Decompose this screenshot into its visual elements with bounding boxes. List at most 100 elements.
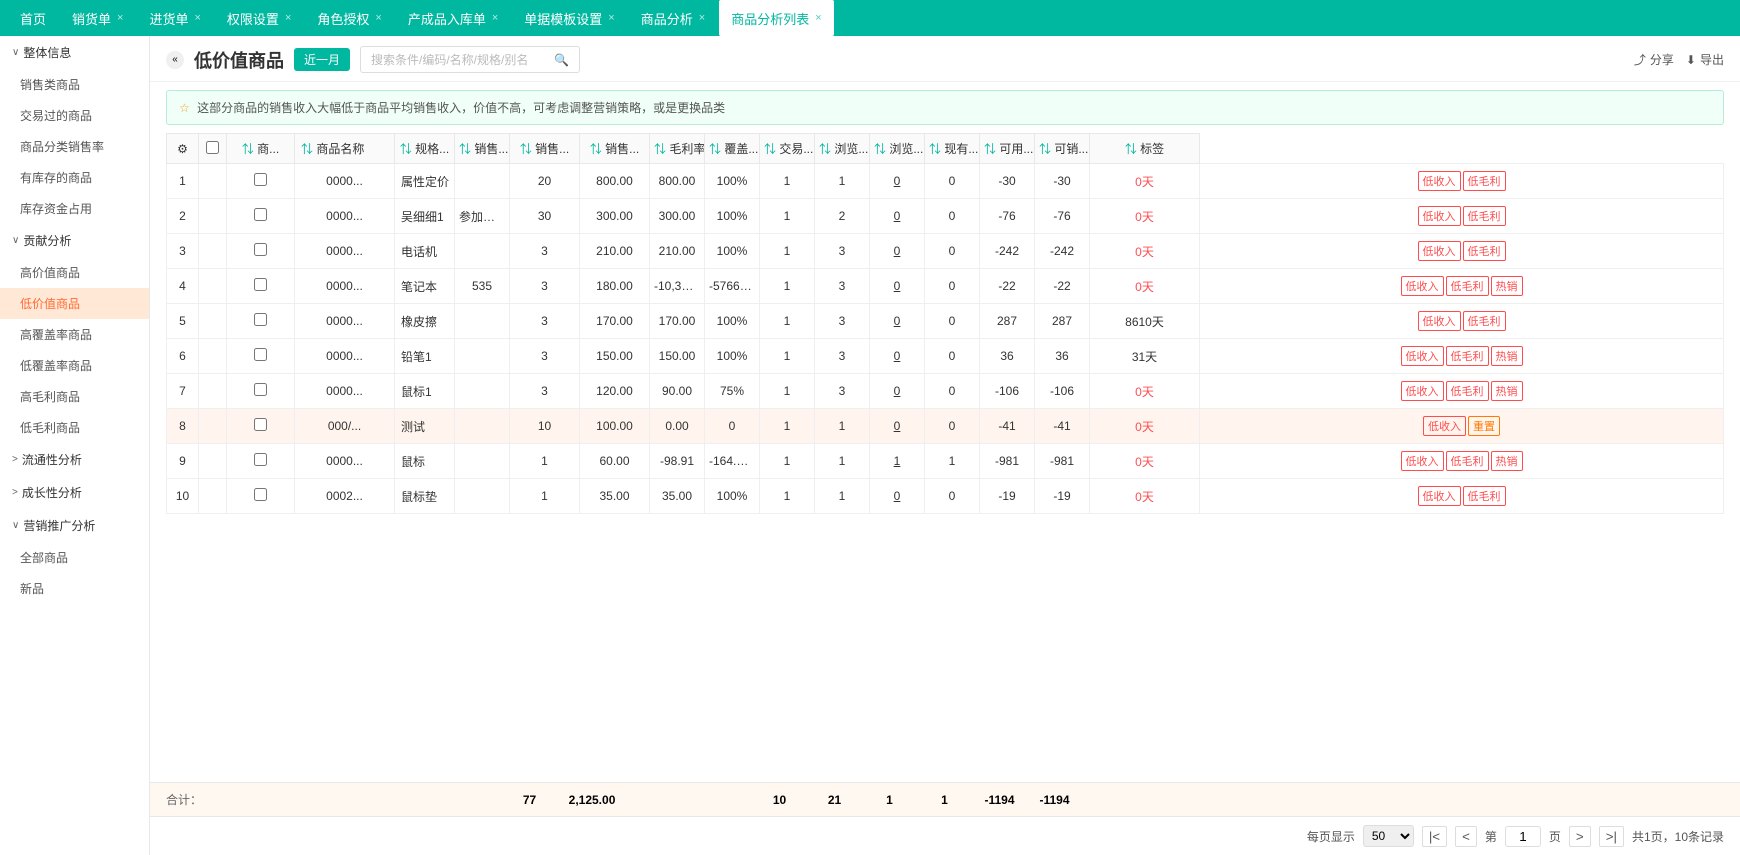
sidebar-item-all-products[interactable]: 全部商品 (0, 542, 149, 573)
th-setting[interactable]: ⚙ (167, 134, 199, 164)
prev-page-button[interactable]: < (1455, 826, 1477, 847)
row-check[interactable] (227, 269, 295, 304)
view-count-1[interactable]: 0 (870, 479, 925, 514)
view-count-link[interactable]: 0 (894, 244, 901, 258)
close-icon[interactable]: × (492, 12, 498, 24)
row-check[interactable] (227, 304, 295, 339)
row-check[interactable] (227, 409, 295, 444)
nav-product-instock[interactable]: 产成品入库单 × (396, 0, 510, 36)
view-count-1[interactable]: 0 (870, 409, 925, 444)
nav-home[interactable]: 首页 (8, 0, 58, 36)
per-page-select[interactable]: 50 100 200 (1363, 825, 1414, 847)
view-count-link[interactable]: 0 (894, 349, 901, 363)
th-sales-amt[interactable]: ⇅ 销售... (510, 134, 580, 164)
row-checkbox[interactable] (254, 208, 267, 221)
th-coverage[interactable]: ⇅ 覆盖... (705, 134, 760, 164)
close-icon[interactable]: × (117, 12, 123, 24)
export-button[interactable]: ⬇ 导出 (1686, 51, 1724, 68)
row-check[interactable] (227, 374, 295, 409)
view-count-link[interactable]: 1 (894, 454, 901, 468)
row-check[interactable] (227, 234, 295, 269)
th-name[interactable]: ⇅ 商品名称 (295, 134, 395, 164)
nav-product-analysis[interactable]: 商品分析 × (629, 0, 717, 36)
close-icon[interactable]: × (608, 12, 614, 24)
th-stock[interactable]: ⇅ 现有... (925, 134, 980, 164)
nav-product-analysis-list[interactable]: 商品分析列表 × (719, 0, 833, 36)
th-view2[interactable]: ⇅ 浏览... (870, 134, 925, 164)
first-page-button[interactable]: |< (1422, 826, 1447, 847)
filter-recent-month-button[interactable]: 近一月 (294, 48, 350, 71)
sidebar-item-low-coverage[interactable]: 低覆盖率商品 (0, 350, 149, 381)
view-count-1[interactable]: 0 (870, 164, 925, 199)
sidebar-item-stocked-products[interactable]: 有库存的商品 (0, 162, 149, 193)
row-checkbox[interactable] (254, 453, 267, 466)
view-count-1[interactable]: 1 (870, 444, 925, 479)
sidebar-group-liquidity[interactable]: > 流通性分析 (0, 443, 149, 476)
sidebar-item-traded-products[interactable]: 交易过的商品 (0, 100, 149, 131)
close-icon[interactable]: × (285, 12, 291, 24)
th-trans-cnt[interactable]: ⇅ 交易... (760, 134, 815, 164)
th-sellable[interactable]: ⇅ 可销... (1035, 134, 1090, 164)
row-checkbox[interactable] (254, 418, 267, 431)
row-checkbox[interactable] (254, 383, 267, 396)
next-page-button[interactable]: > (1569, 826, 1591, 847)
search-icon[interactable]: 🔍 (554, 53, 569, 67)
share-button[interactable]: ⤴ 分享 (1634, 51, 1674, 68)
view-count-1[interactable]: 0 (870, 374, 925, 409)
th-sales-cost[interactable]: ⇅ 销售... (580, 134, 650, 164)
row-checkbox[interactable] (254, 173, 267, 186)
view-count-link[interactable]: 0 (894, 489, 901, 503)
th-sales-qty[interactable]: ⇅ 销售... (455, 134, 510, 164)
sidebar-item-high-margin[interactable]: 高毛利商品 (0, 381, 149, 412)
sidebar-group-overall[interactable]: ∨ 整体信息 (0, 36, 149, 69)
last-page-button[interactable]: >| (1599, 826, 1624, 847)
th-spec[interactable]: ⇅ 规格... (395, 134, 455, 164)
sidebar-item-high-coverage[interactable]: 高覆盖率商品 (0, 319, 149, 350)
nav-role-auth[interactable]: 角色授权 × (305, 0, 393, 36)
sidebar-item-low-value[interactable]: 低价值商品 (0, 288, 149, 319)
row-check[interactable] (227, 479, 295, 514)
sidebar-item-new-products[interactable]: 新品 (0, 573, 149, 604)
row-check[interactable] (227, 164, 295, 199)
select-all-checkbox[interactable] (206, 141, 219, 154)
row-check[interactable] (227, 444, 295, 479)
th-view1[interactable]: ⇅ 浏览... (815, 134, 870, 164)
nav-permission-settings[interactable]: 权限设置 × (215, 0, 303, 36)
th-check[interactable] (199, 134, 227, 164)
view-count-1[interactable]: 0 (870, 269, 925, 304)
row-checkbox[interactable] (254, 488, 267, 501)
sidebar-item-category-sales-rate[interactable]: 商品分类销售率 (0, 131, 149, 162)
search-box[interactable]: 搜索条件/编码/名称/规格/别名 🔍 (360, 46, 580, 73)
view-count-1[interactable]: 0 (870, 199, 925, 234)
collapse-sidebar-button[interactable]: « (166, 51, 184, 69)
sidebar-group-contribution[interactable]: ∨ 贡献分析 (0, 224, 149, 257)
close-icon[interactable]: × (375, 12, 381, 24)
view-count-link[interactable]: 0 (894, 209, 901, 223)
sidebar-item-stock-funds[interactable]: 库存资金占用 (0, 193, 149, 224)
sidebar-item-sales-products[interactable]: 销售类商品 (0, 69, 149, 100)
sidebar-group-marketing[interactable]: ∨ 营销推广分析 (0, 509, 149, 542)
view-count-1[interactable]: 0 (870, 234, 925, 269)
view-count-1[interactable]: 0 (870, 304, 925, 339)
th-avail[interactable]: ⇅ 可用... (980, 134, 1035, 164)
view-count-1[interactable]: 0 (870, 339, 925, 374)
view-count-link[interactable]: 0 (894, 279, 901, 293)
nav-purchase-order[interactable]: 进货单 × (137, 0, 212, 36)
view-count-link[interactable]: 0 (894, 174, 901, 188)
sidebar-item-low-margin[interactable]: 低毛利商品 (0, 412, 149, 443)
row-checkbox[interactable] (254, 313, 267, 326)
close-icon[interactable]: × (815, 12, 821, 24)
th-code[interactable]: ⇅ 商... (227, 134, 295, 164)
row-checkbox[interactable] (254, 348, 267, 361)
view-count-link[interactable]: 0 (894, 419, 901, 433)
page-number-input[interactable] (1505, 826, 1541, 847)
row-checkbox[interactable] (254, 278, 267, 291)
row-check[interactable] (227, 199, 295, 234)
sidebar-item-high-value[interactable]: 高价值商品 (0, 257, 149, 288)
row-checkbox[interactable] (254, 243, 267, 256)
view-count-link[interactable]: 0 (894, 384, 901, 398)
nav-sales-order[interactable]: 销货单 × (60, 0, 135, 36)
view-count-link[interactable]: 0 (894, 314, 901, 328)
close-icon[interactable]: × (194, 12, 200, 24)
sidebar-group-growth[interactable]: > 成长性分析 (0, 476, 149, 509)
